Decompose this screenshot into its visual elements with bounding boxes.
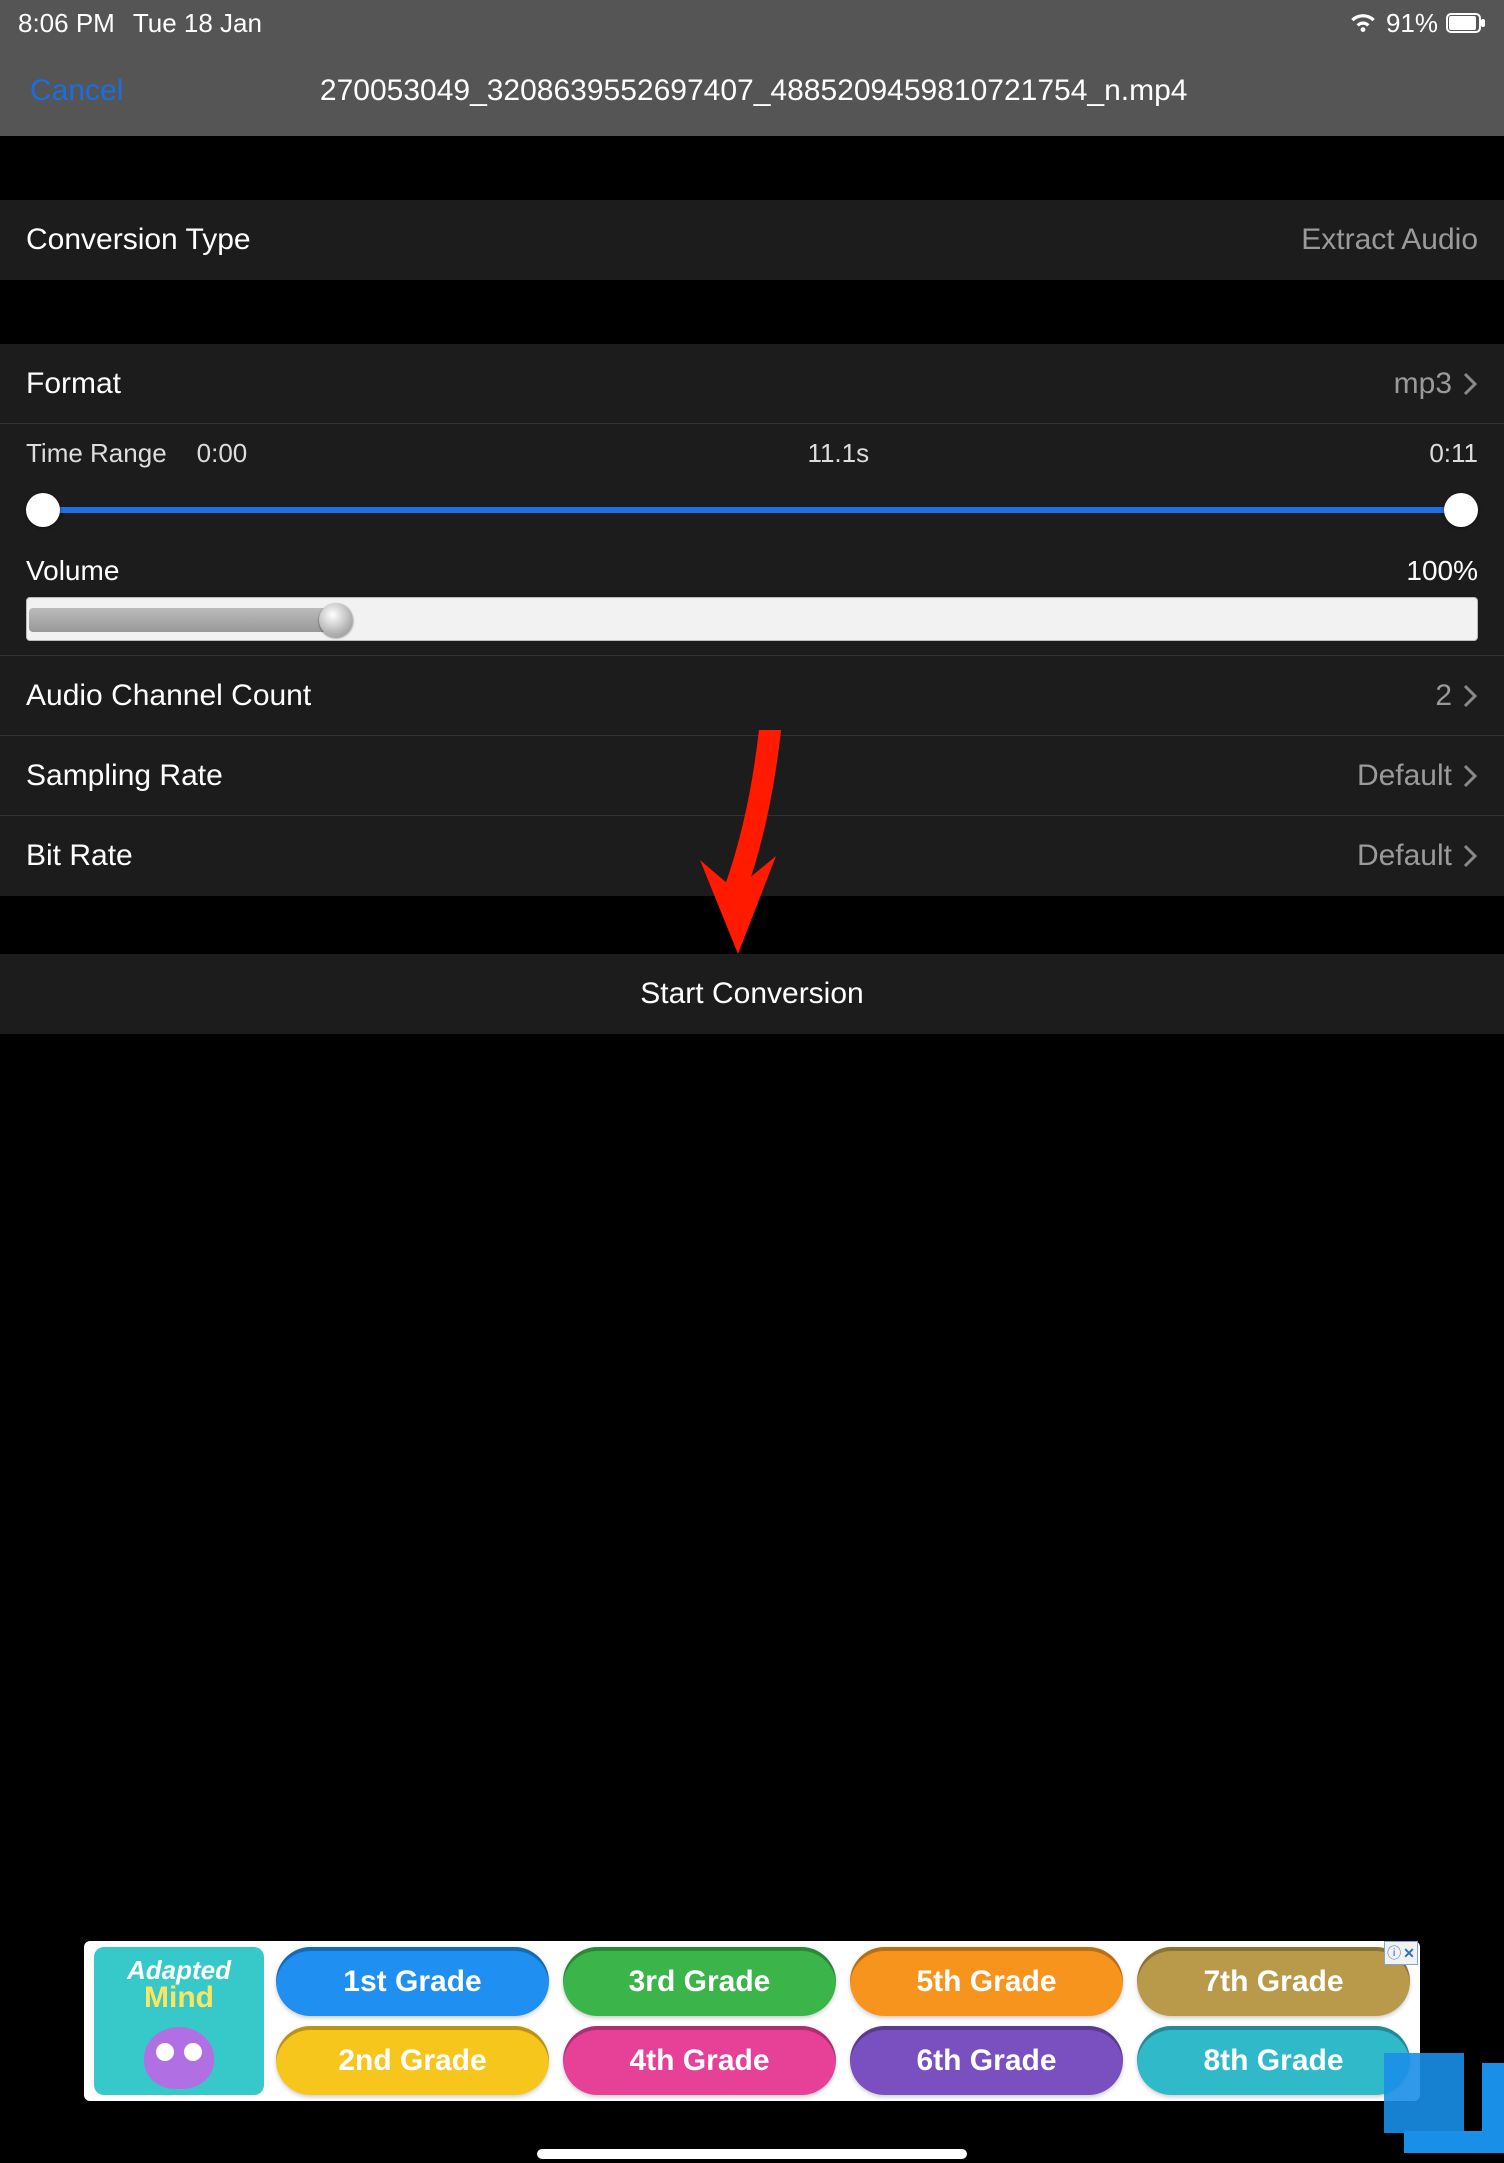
conversion-type-row[interactable]: Conversion Type Extract Audio [0,200,1504,280]
chevron-right-icon [1462,371,1478,397]
volume-row: Volume 100% [0,545,1504,656]
ad-pill-7[interactable]: 6th Grade [850,2026,1123,2095]
audio-channel-row[interactable]: Audio Channel Count 2 [0,656,1504,736]
ad-pill-6[interactable]: 4th Grade [563,2026,836,2095]
ad-pill-5[interactable]: 2nd Grade [276,2026,549,2095]
ad-info-close[interactable]: ⓘ✕ [1384,1941,1418,1965]
audio-channel-label: Audio Channel Count [26,679,311,713]
ad-pill-3[interactable]: 5th Grade [850,1947,1123,2016]
status-time: 8:06 PM [18,8,115,39]
battery-icon [1446,13,1486,33]
ad-pill-1[interactable]: 1st Grade [276,1947,549,2016]
range-thumb-start[interactable] [26,493,60,527]
time-range-label: Time Range [26,438,167,469]
volume-thumb[interactable] [319,603,353,637]
wifi-icon [1348,12,1378,34]
info-icon: ⓘ [1387,1943,1401,1963]
ad-brand-line2: Mind [144,1983,214,2013]
time-range-duration: 11.1s [247,438,1429,469]
start-conversion-label: Start Conversion [640,977,863,1011]
start-conversion-button[interactable]: Start Conversion [0,954,1504,1034]
nav-bar: Cancel 270053049_3208639552697407_488520… [0,46,1504,136]
ad-brand-logo: Adapted Mind [94,1947,264,2095]
bit-rate-row[interactable]: Bit Rate Default [0,816,1504,896]
home-indicator[interactable] [537,2149,967,2159]
bit-rate-label: Bit Rate [26,839,133,873]
sampling-rate-value: Default [1357,759,1452,793]
watermark-logo-icon [1364,2053,1504,2153]
conversion-type-label: Conversion Type [26,223,251,257]
chevron-right-icon [1462,843,1478,869]
audio-channel-value: 2 [1435,679,1452,713]
cancel-button[interactable]: Cancel [0,74,123,108]
conversion-type-value: Extract Audio [1301,223,1478,257]
range-thumb-end[interactable] [1444,493,1478,527]
time-range-end: 0:11 [1429,438,1478,469]
mascot-icon [144,2027,214,2089]
chevron-right-icon [1462,763,1478,789]
volume-value: 100% [1406,555,1478,587]
status-bar: 8:06 PM Tue 18 Jan 91% [0,0,1504,46]
ad-pill-4[interactable]: 7th Grade [1137,1947,1410,2016]
format-label: Format [26,367,121,401]
time-range-start: 0:00 [197,438,248,469]
time-range-row: Time Range 0:00 11.1s 0:11 [0,424,1504,545]
battery-percent: 91% [1386,8,1438,39]
format-value: mp3 [1394,367,1452,401]
time-range-slider[interactable] [26,475,1478,545]
chevron-right-icon [1462,683,1478,709]
volume-label: Volume [26,555,119,587]
ad-pill-2[interactable]: 3rd Grade [563,1947,836,2016]
close-icon: ✕ [1403,1945,1415,1962]
ad-banner[interactable]: Adapted Mind 1st Grade3rd Grade5th Grade… [84,1941,1420,2101]
volume-slider[interactable] [26,597,1478,641]
format-row[interactable]: Format mp3 [0,344,1504,424]
ad-brand-line1: Adapted [127,1957,231,1983]
nav-title: 270053049_3208639552697407_4885209459810… [123,74,1504,108]
status-date: Tue 18 Jan [133,8,262,39]
sampling-rate-row[interactable]: Sampling Rate Default [0,736,1504,816]
bit-rate-value: Default [1357,839,1452,873]
sampling-rate-label: Sampling Rate [26,759,223,793]
